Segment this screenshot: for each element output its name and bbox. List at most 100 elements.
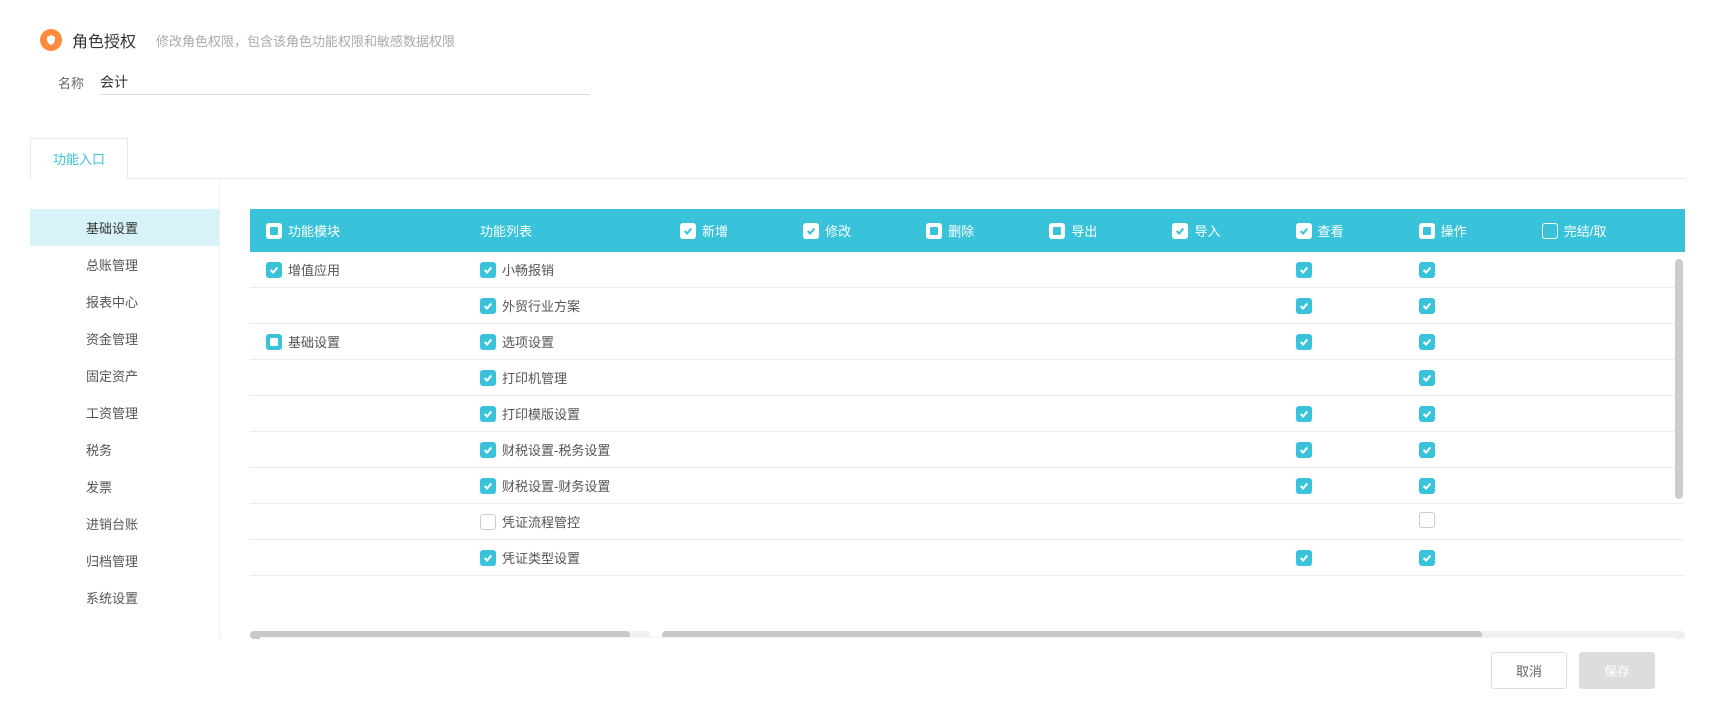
perm-cell-6-4 (1162, 468, 1285, 504)
module-cell-7 (250, 504, 470, 540)
perm-cell-1-2 (916, 288, 1039, 324)
sidebar-item-9[interactable]: 归档管理 (30, 542, 219, 579)
perm-cell-0-3 (1039, 252, 1162, 288)
col-header-5: 导出 (1039, 209, 1162, 252)
col-header-1: 功能列表 (470, 209, 670, 252)
sidebar-item-10[interactable]: 系统设置 (30, 579, 219, 616)
feature-cell-8: 凭证类型设置 (470, 540, 670, 576)
shield-icon (40, 29, 62, 51)
col-header-0: 功能模块 (250, 209, 470, 252)
feature-checkbox-3[interactable] (480, 370, 496, 386)
sidebar-item-5[interactable]: 工资管理 (30, 394, 219, 431)
footer-actions: 取消 保存 (260, 637, 1675, 703)
sidebar: 基础设置总账管理报表中心资金管理固定资产工资管理税务发票进销台账归档管理系统设置 (30, 179, 220, 639)
feature-checkbox-4[interactable] (480, 406, 496, 422)
perm-checkbox-5-6[interactable] (1419, 442, 1435, 458)
col-header-checkbox-2[interactable] (680, 223, 696, 239)
feature-checkbox-1[interactable] (480, 298, 496, 314)
module-cell-8 (250, 540, 470, 576)
perm-cell-5-0 (670, 432, 793, 468)
perm-checkbox-2-5[interactable] (1296, 334, 1312, 350)
col-header-checkbox-8[interactable] (1419, 223, 1435, 239)
table-row: 基础设置选项设置 (250, 324, 1685, 360)
col-header-label-7: 查看 (1318, 221, 1344, 240)
perm-checkbox-8-6[interactable] (1419, 550, 1435, 566)
perm-cell-0-1 (793, 252, 916, 288)
perm-checkbox-8-5[interactable] (1296, 550, 1312, 566)
perm-cell-2-3 (1039, 324, 1162, 360)
feature-label-3: 打印机管理 (502, 368, 567, 387)
perm-checkbox-3-6[interactable] (1419, 370, 1435, 386)
sidebar-item-0[interactable]: 基础设置 (30, 209, 219, 246)
feature-checkbox-7[interactable] (480, 514, 496, 530)
col-header-checkbox-4[interactable] (926, 223, 942, 239)
perm-cell-3-6 (1409, 360, 1532, 396)
perm-checkbox-5-5[interactable] (1296, 442, 1312, 458)
perm-cell-8-7 (1532, 540, 1685, 576)
feature-cell-5: 财税设置-税务设置 (470, 432, 670, 468)
module-checkbox-2[interactable] (266, 334, 282, 350)
cancel-button[interactable]: 取消 (1491, 652, 1567, 689)
feature-checkbox-2[interactable] (480, 334, 496, 350)
col-header-2: 新增 (670, 209, 793, 252)
perm-cell-1-4 (1162, 288, 1285, 324)
col-header-checkbox-7[interactable] (1296, 223, 1312, 239)
perm-checkbox-0-5[interactable] (1296, 262, 1312, 278)
col-header-label-4: 删除 (948, 221, 974, 240)
name-input[interactable] (100, 70, 590, 95)
perm-cell-2-5 (1286, 324, 1409, 360)
perm-checkbox-1-6[interactable] (1419, 298, 1435, 314)
feature-checkbox-0[interactable] (480, 262, 496, 278)
perm-cell-7-5 (1286, 504, 1409, 540)
perm-checkbox-7-6[interactable] (1419, 512, 1435, 528)
perm-cell-8-6 (1409, 540, 1532, 576)
sidebar-item-6[interactable]: 税务 (30, 431, 219, 468)
perm-checkbox-2-6[interactable] (1419, 334, 1435, 350)
col-header-7: 查看 (1286, 209, 1409, 252)
perm-cell-0-6 (1409, 252, 1532, 288)
perm-cell-2-7 (1532, 324, 1685, 360)
perm-cell-8-3 (1039, 540, 1162, 576)
sidebar-item-4[interactable]: 固定资产 (30, 357, 219, 394)
perm-checkbox-4-6[interactable] (1419, 406, 1435, 422)
module-checkbox-0[interactable] (266, 262, 282, 278)
sidebar-item-1[interactable]: 总账管理 (30, 246, 219, 283)
save-button[interactable]: 保存 (1579, 652, 1655, 689)
feature-checkbox-8[interactable] (480, 550, 496, 566)
table-row: 增值应用小畅报销 (250, 252, 1685, 288)
feature-checkbox-6[interactable] (480, 478, 496, 494)
col-header-6: 导入 (1162, 209, 1285, 252)
perm-checkbox-0-6[interactable] (1419, 262, 1435, 278)
perm-cell-1-1 (793, 288, 916, 324)
col-header-checkbox-5[interactable] (1049, 223, 1065, 239)
tab-function-entry[interactable]: 功能入口 (30, 138, 128, 179)
vertical-scrollbar[interactable] (1675, 259, 1683, 499)
col-header-checkbox-9[interactable] (1542, 223, 1558, 239)
perm-cell-0-5 (1286, 252, 1409, 288)
permission-table-wrap[interactable]: 功能模块功能列表新增修改删除导出导入查看操作完结/取 增值应用小畅报销外贸行业方… (250, 209, 1685, 625)
table-row: 财税设置-税务设置 (250, 432, 1685, 468)
perm-checkbox-6-5[interactable] (1296, 478, 1312, 494)
sidebar-item-7[interactable]: 发票 (30, 468, 219, 505)
col-header-label-1: 功能列表 (480, 221, 532, 240)
col-header-9: 完结/取 (1532, 209, 1685, 252)
module-cell-4 (250, 396, 470, 432)
sidebar-item-3[interactable]: 资金管理 (30, 320, 219, 357)
sidebar-item-8[interactable]: 进销台账 (30, 505, 219, 542)
perm-cell-5-4 (1162, 432, 1285, 468)
perm-cell-8-0 (670, 540, 793, 576)
col-header-checkbox-0[interactable] (266, 223, 282, 239)
perm-cell-0-0 (670, 252, 793, 288)
sidebar-item-2[interactable]: 报表中心 (30, 283, 219, 320)
perm-cell-3-4 (1162, 360, 1285, 396)
perm-checkbox-4-5[interactable] (1296, 406, 1312, 422)
perm-checkbox-6-6[interactable] (1419, 478, 1435, 494)
perm-cell-8-4 (1162, 540, 1285, 576)
col-header-checkbox-3[interactable] (803, 223, 819, 239)
col-header-checkbox-6[interactable] (1172, 223, 1188, 239)
feature-checkbox-5[interactable] (480, 442, 496, 458)
perm-checkbox-1-5[interactable] (1296, 298, 1312, 314)
feature-label-4: 打印模版设置 (502, 404, 580, 423)
col-header-label-2: 新增 (702, 221, 728, 240)
tab-bar: 功能入口 (30, 137, 1685, 179)
